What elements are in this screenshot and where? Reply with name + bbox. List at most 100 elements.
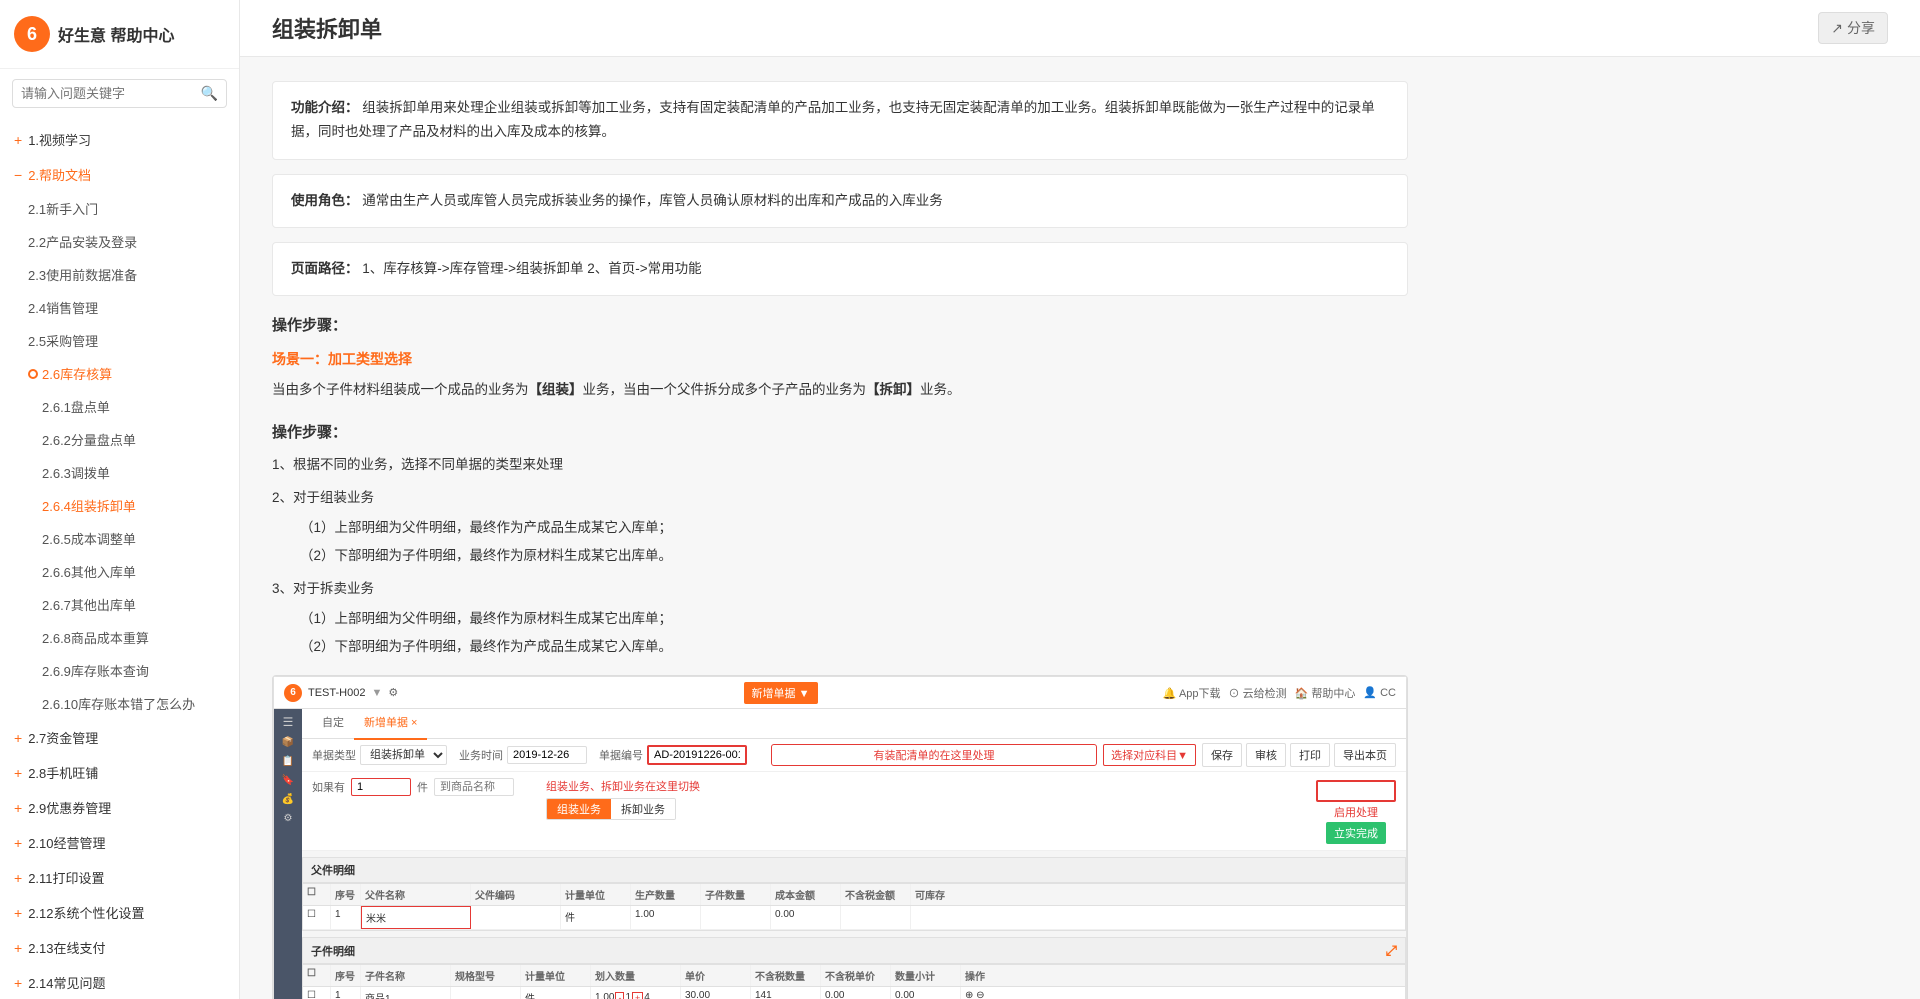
tab-new-doc[interactable]: 新增单据 × (354, 709, 427, 740)
step2-sub1: （1）上部明细为父件明细，最终作为产成品生成某它入库单； (272, 515, 1408, 541)
topbar: 组装拆卸单 ↗ 分享 (240, 0, 1920, 57)
expand-icon-213: + (14, 940, 22, 956)
ops-title: 操作步骤： (272, 314, 1408, 335)
lower-table-header: 子件明细 ⤢ (302, 937, 1406, 964)
brand-name: 好生意 帮助中心 (58, 22, 174, 46)
table-row: ☐ 1 商品1 件 1.00 - 1 + 4 (303, 987, 1405, 999)
lower-table: ☐ 序号 子件名称 规格型号 计量单位 划入数量 单价 不含税数量 不含税单价 … (302, 964, 1406, 999)
nav-list: + 1.视频学习 − 2.帮助文档 2.1新手入门 2.2产品安装及登录 2.3… (0, 118, 239, 999)
parent-name-cell[interactable]: 米米 (361, 906, 471, 929)
export-btn[interactable]: 导出本页 (1334, 743, 1396, 767)
scenario1-title: 场景一：加工类型选择 (272, 349, 1408, 369)
open-circle-icon (28, 369, 38, 379)
table-row: ☐ 1 米米 件 1.00 0.00 (303, 906, 1405, 930)
main-area: 组装拆卸单 ↗ 分享 功能介绍： 组装拆卸单用来处理企业组装或拆卸等加工业务，支… (240, 0, 1920, 999)
sidebar-item-21[interactable]: 2.1新手入门 (0, 192, 239, 225)
type-disassemble-btn[interactable]: 拆卸业务 (611, 799, 675, 819)
func-intro-block: 功能介绍： 组装拆卸单用来处理企业组装或拆卸等加工业务，支持有固定装配清单的产品… (272, 81, 1408, 160)
app-logo-small: 6 (284, 684, 302, 702)
type-assemble-btn[interactable]: 组装业务 (547, 799, 611, 819)
expand-icon-214: + (14, 975, 22, 991)
sidebar-item-2610[interactable]: 2.6.10库存账本错了怎么办 (0, 687, 239, 720)
app-topbar: 6 TEST-H002 ▼ ⚙ 新增单据 ▼ 🔔 App下载 ⊙ 云给检测 🏠 … (274, 677, 1406, 709)
sidebar-item-24[interactable]: 2.4销售管理 (0, 291, 239, 324)
sidebar-item-212[interactable]: + 2.12系统个性化设置 (0, 895, 239, 930)
annotation-3: 启用处理 (1334, 804, 1378, 820)
expand-icon-29: + (14, 800, 22, 816)
step2-sub2: （2）下部明细为子件明细，最终作为原材料生成某它出库单。 (272, 543, 1408, 569)
ops-steps-subtitle: 操作步骤： (272, 421, 1408, 442)
app-logo: 6 (14, 16, 50, 52)
share-button[interactable]: ↗ 分享 (1818, 12, 1888, 44)
sidebar-item-266[interactable]: 2.6.6其他入库单 (0, 555, 239, 588)
sidebar-item-28[interactable]: + 2.8手机旺铺 (0, 755, 239, 790)
path-text: 1、库存核算->库存管理->组装拆卸单 2、首页->常用功能 (362, 261, 701, 276)
expand-icon-211: + (14, 870, 22, 886)
doc-code-input[interactable] (647, 745, 747, 765)
step1: 1、根据不同的业务，选择不同单据的类型来处理 (272, 452, 1408, 478)
sidebar-item-267[interactable]: 2.6.7其他出库单 (0, 588, 239, 621)
app-nav: 自定 新增单据 × (302, 709, 1406, 739)
step3-sub1: （1）上部明细为父件明细，最终作为原材料生成某它出库单； (272, 606, 1408, 632)
step3: 3、对于拆卖业务 (272, 576, 1408, 602)
confirm-btn[interactable]: 立实完成 (1326, 822, 1386, 844)
sidebar-item-264[interactable]: 2.6.4组装拆卸单 (0, 489, 239, 522)
annotation-2: 组装业务、拆卸业务在这里切换 (546, 778, 700, 794)
sidebar-item-263[interactable]: 2.6.3调拨单 (0, 456, 239, 489)
sidebar-item-214[interactable]: + 2.14常见问题 (0, 965, 239, 999)
sidebar-item-26[interactable]: 2.6库存核算 (0, 357, 239, 390)
search-box[interactable]: 🔍 (12, 79, 227, 108)
doc-type-select[interactable]: 组装拆卸单 (360, 745, 447, 765)
type-toggle: 组装业务 拆卸业务 (546, 798, 676, 820)
app-id: TEST-H002 (308, 687, 365, 699)
sidebar-item-29[interactable]: + 2.9优惠券管理 (0, 790, 239, 825)
collapse-icon: − (14, 167, 22, 183)
sidebar-item-261[interactable]: 2.6.1盘点单 (0, 390, 239, 423)
role-block: 使用角色： 通常由生产人员或库管人员完成拆装业务的操作，库管人员确认原材料的出库… (272, 174, 1408, 228)
annotation-1: 有装配清单的在这里处理 (771, 744, 1097, 766)
tab-custom[interactable]: 自定 (312, 709, 354, 740)
sidebar-item-262[interactable]: 2.6.2分量盘点单 (0, 423, 239, 456)
expand-icon-210: + (14, 835, 22, 851)
sidebar-item-23[interactable]: 2.3使用前数据准备 (0, 258, 239, 291)
role-label: 使用角色： (291, 193, 359, 208)
sidebar-item-269[interactable]: 2.6.9库存账本查询 (0, 654, 239, 687)
save-btn[interactable]: 保存 (1202, 743, 1242, 767)
scenario1-desc: 当由多个子件材料组装成一个成品的业务为【组装】业务，当由一个父件拆分成多个子产品… (272, 377, 1408, 403)
func-intro-label: 功能介绍： (291, 100, 359, 115)
sidebar-item-27[interactable]: + 2.7资金管理 (0, 720, 239, 755)
step2: 2、对于组装业务 (272, 485, 1408, 511)
print-btn[interactable]: 打印 (1290, 743, 1330, 767)
step3-sub2: （2）下部明细为子件明细，最终作为产成品生成某它入库单。 (272, 634, 1408, 660)
sidebar-item-213[interactable]: + 2.13在线支付 (0, 930, 239, 965)
subject-input[interactable] (1316, 780, 1396, 802)
search-input[interactable] (21, 86, 201, 101)
app-screenshot: 6 TEST-H002 ▼ ⚙ 新增单据 ▼ 🔔 App下载 ⊙ 云给检测 🏠 … (273, 676, 1407, 999)
sidebar-item-210[interactable]: + 2.10经营管理 (0, 825, 239, 860)
sidebar-item-help-docs[interactable]: − 2.帮助文档 (0, 157, 239, 192)
upper-table-header: 父件明细 (302, 857, 1406, 883)
search-icon[interactable]: 🔍 (201, 85, 218, 102)
expand-icon-28: + (14, 765, 22, 781)
sidebar-item-211[interactable]: + 2.11打印设置 (0, 860, 239, 895)
form-row-2: 如果有 件 组装业务、拆卸业务在这里切换 (302, 772, 1406, 851)
page-title: 组装拆卸单 (272, 12, 382, 44)
upper-table: ☐ 序号 父件名称 父件编码 计量单位 生产数量 子件数量 成本金额 不含税金额… (302, 883, 1406, 931)
sidebar-item-25[interactable]: 2.5采购管理 (0, 324, 239, 357)
expand-icon-right: ⤢ (1386, 942, 1397, 959)
sidebar-item-265[interactable]: 2.6.5成本调整单 (0, 522, 239, 555)
select-subject-btn[interactable]: 选择对应科目▼ (1103, 744, 1196, 766)
sub-list-2: 2.1新手入门 2.2产品安装及登录 2.3使用前数据准备 2.4销售管理 2.… (0, 192, 239, 720)
date-input[interactable] (507, 746, 587, 764)
audit-btn[interactable]: 审核 (1246, 743, 1286, 767)
sidebar-item-video[interactable]: + 1.视频学习 (0, 122, 239, 157)
app-new-doc-btn[interactable]: 新增单据 ▼ (744, 682, 818, 704)
expand-icon-27: + (14, 730, 22, 746)
sidebar-item-22[interactable]: 2.2产品安装及登录 (0, 225, 239, 258)
mini-sidebar: ☰ 📦 📋 🔖 💰 ⚙ (274, 709, 302, 999)
qty-input[interactable] (351, 778, 411, 796)
path-block: 页面路径： 1、库存核算->库存管理->组装拆卸单 2、首页->常用功能 (272, 242, 1408, 296)
product-name-input[interactable] (434, 778, 514, 796)
sidebar-item-268[interactable]: 2.6.8商品成本重算 (0, 621, 239, 654)
expand-icon-212: + (14, 905, 22, 921)
